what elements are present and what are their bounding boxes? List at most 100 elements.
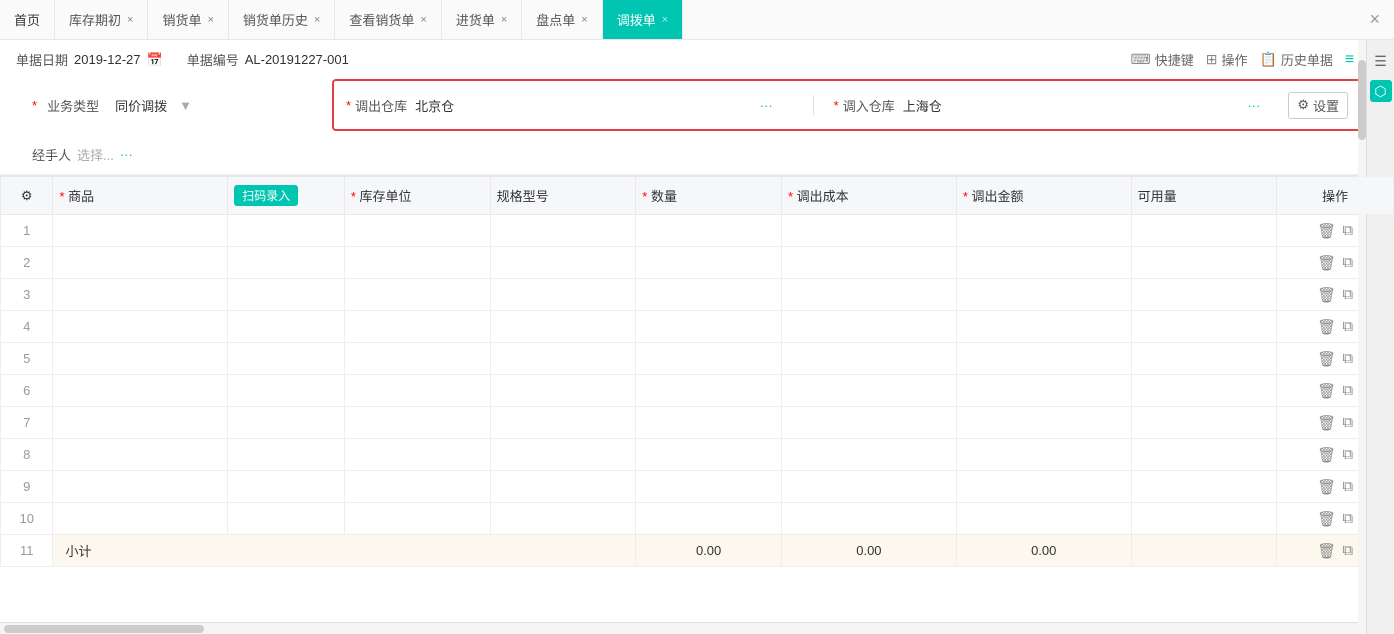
tab-sales-history-close[interactable]: × (314, 14, 320, 26)
trash-icon-7[interactable]: 🗑 (1317, 414, 1336, 432)
warehouse-out-value[interactable]: 北京仓 (415, 96, 454, 115)
cell-qty-7[interactable] (636, 407, 782, 439)
cell-unit-5[interactable] (344, 343, 490, 375)
warehouse-in-value[interactable]: 上海仓 (903, 96, 942, 115)
col-settings-header[interactable]: ⚙ (1, 177, 53, 215)
tab-transfer-close[interactable]: × (662, 14, 668, 26)
list-view-btn[interactable]: ≡ (1345, 51, 1354, 69)
cell-qty-10[interactable] (636, 503, 782, 535)
tab-view-sales-close[interactable]: × (420, 14, 426, 26)
scan-btn[interactable]: 扫码录入 (234, 185, 298, 206)
cell-spec-4[interactable] (490, 311, 636, 343)
cell-cost-1[interactable] (781, 215, 956, 247)
cell-qty-8[interactable] (636, 439, 782, 471)
business-type-dropdown-icon[interactable]: ▼ (179, 98, 192, 113)
tab-sales-history[interactable]: 销货单历史 × (229, 0, 335, 39)
cell-spec-5[interactable] (490, 343, 636, 375)
tab-purchase-order-close[interactable]: × (501, 14, 507, 26)
cell-unit-2[interactable] (344, 247, 490, 279)
tab-home[interactable]: 首页 (0, 0, 55, 39)
cell-product-9[interactable] (53, 471, 228, 503)
copy-icon-10[interactable]: ⧉ (1342, 510, 1353, 528)
scrollbar-track[interactable] (1358, 40, 1366, 634)
copy-icon-6[interactable]: ⧉ (1342, 382, 1353, 400)
tab-inventory-init[interactable]: 库存期初 × (55, 0, 148, 39)
cell-cost-7[interactable] (781, 407, 956, 439)
cell-product-1[interactable] (53, 215, 228, 247)
tab-sales-order-close[interactable]: × (207, 14, 213, 26)
warehouse-in-ellipsis[interactable]: ··· (1247, 98, 1260, 113)
tab-inventory-init-close[interactable]: × (127, 14, 133, 26)
cell-product-4[interactable] (53, 311, 228, 343)
cell-spec-8[interactable] (490, 439, 636, 471)
tab-view-sales[interactable]: 查看销货单 × (335, 0, 441, 39)
tab-inventory-check[interactable]: 盘点单 × (522, 0, 602, 39)
cell-spec-6[interactable] (490, 375, 636, 407)
cell-unit-1[interactable] (344, 215, 490, 247)
cell-amount-2[interactable] (956, 247, 1131, 279)
cell-spec-10[interactable] (490, 503, 636, 535)
copy-icon-3[interactable]: ⧉ (1342, 286, 1353, 304)
cell-amount-1[interactable] (956, 215, 1131, 247)
shortcut-btn[interactable]: ⌨ 快捷键 (1130, 50, 1193, 69)
cell-product-2[interactable] (53, 247, 228, 279)
settings-button[interactable]: ⚙ 设置 (1288, 92, 1348, 119)
cell-unit-9[interactable] (344, 471, 490, 503)
cell-amount-6[interactable] (956, 375, 1131, 407)
trash-icon-3[interactable]: 🗑 (1317, 286, 1336, 304)
trash-icon-2[interactable]: 🗑 (1317, 254, 1336, 272)
cell-amount-7[interactable] (956, 407, 1131, 439)
cell-product-5[interactable] (53, 343, 228, 375)
trash-icon-8[interactable]: 🗑 (1317, 446, 1336, 464)
copy-icon-9[interactable]: ⧉ (1342, 478, 1353, 496)
cell-amount-10[interactable] (956, 503, 1131, 535)
cell-qty-6[interactable] (636, 375, 782, 407)
cell-unit-10[interactable] (344, 503, 490, 535)
trash-icon-9[interactable]: 🗑 (1317, 478, 1336, 496)
cell-qty-1[interactable] (636, 215, 782, 247)
col-scan-header[interactable]: 扫码录入 (228, 177, 345, 215)
copy-icon-1[interactable]: ⧉ (1342, 222, 1353, 240)
tab-transfer[interactable]: 调拨单 × (603, 0, 683, 39)
cell-cost-5[interactable] (781, 343, 956, 375)
cell-cost-8[interactable] (781, 439, 956, 471)
trash-icon-1[interactable]: 🗑 (1317, 222, 1336, 240)
cell-amount-8[interactable] (956, 439, 1131, 471)
cell-product-10[interactable] (53, 503, 228, 535)
trash-icon-5[interactable]: 🗑 (1317, 350, 1336, 368)
sidebar-expand-icon[interactable]: ⬡ (1370, 80, 1392, 102)
cell-qty-2[interactable] (636, 247, 782, 279)
trash-icon-4[interactable]: 🗑 (1317, 318, 1336, 336)
cell-amount-5[interactable] (956, 343, 1131, 375)
bottom-scrollbar-thumb[interactable] (4, 625, 204, 633)
cell-cost-6[interactable] (781, 375, 956, 407)
cell-cost-2[interactable] (781, 247, 956, 279)
cell-spec-2[interactable] (490, 247, 636, 279)
sidebar-doc-icon[interactable]: ☰ (1370, 50, 1392, 72)
handler-ellipsis[interactable]: ··· (120, 147, 133, 162)
history-btn[interactable]: 📋 历史单据 (1259, 50, 1332, 69)
cell-unit-4[interactable] (344, 311, 490, 343)
window-close-button[interactable]: × (1355, 9, 1394, 30)
cell-cost-9[interactable] (781, 471, 956, 503)
business-type-value[interactable]: 同价调拨 (115, 96, 167, 115)
copy-icon-2[interactable]: ⧉ (1342, 254, 1353, 272)
cell-product-8[interactable] (53, 439, 228, 471)
bottom-scrollbar[interactable] (0, 622, 1394, 634)
cell-qty-9[interactable] (636, 471, 782, 503)
cell-amount-3[interactable] (956, 279, 1131, 311)
warehouse-out-ellipsis[interactable]: ··· (760, 98, 773, 113)
cell-product-7[interactable] (53, 407, 228, 439)
trash-icon-6[interactable]: 🗑 (1317, 382, 1336, 400)
cell-unit-6[interactable] (344, 375, 490, 407)
date-value[interactable]: 2019-12-27 (74, 52, 141, 67)
cell-product-3[interactable] (53, 279, 228, 311)
cell-qty-3[interactable] (636, 279, 782, 311)
tab-purchase-order[interactable]: 进货单 × (442, 0, 522, 39)
copy-icon-7[interactable]: ⧉ (1342, 414, 1353, 432)
cell-spec-1[interactable] (490, 215, 636, 247)
tab-inventory-check-close[interactable]: × (581, 14, 587, 26)
scrollbar-thumb[interactable] (1358, 60, 1366, 140)
tab-sales-order[interactable]: 销货单 × (148, 0, 228, 39)
cell-qty-4[interactable] (636, 311, 782, 343)
